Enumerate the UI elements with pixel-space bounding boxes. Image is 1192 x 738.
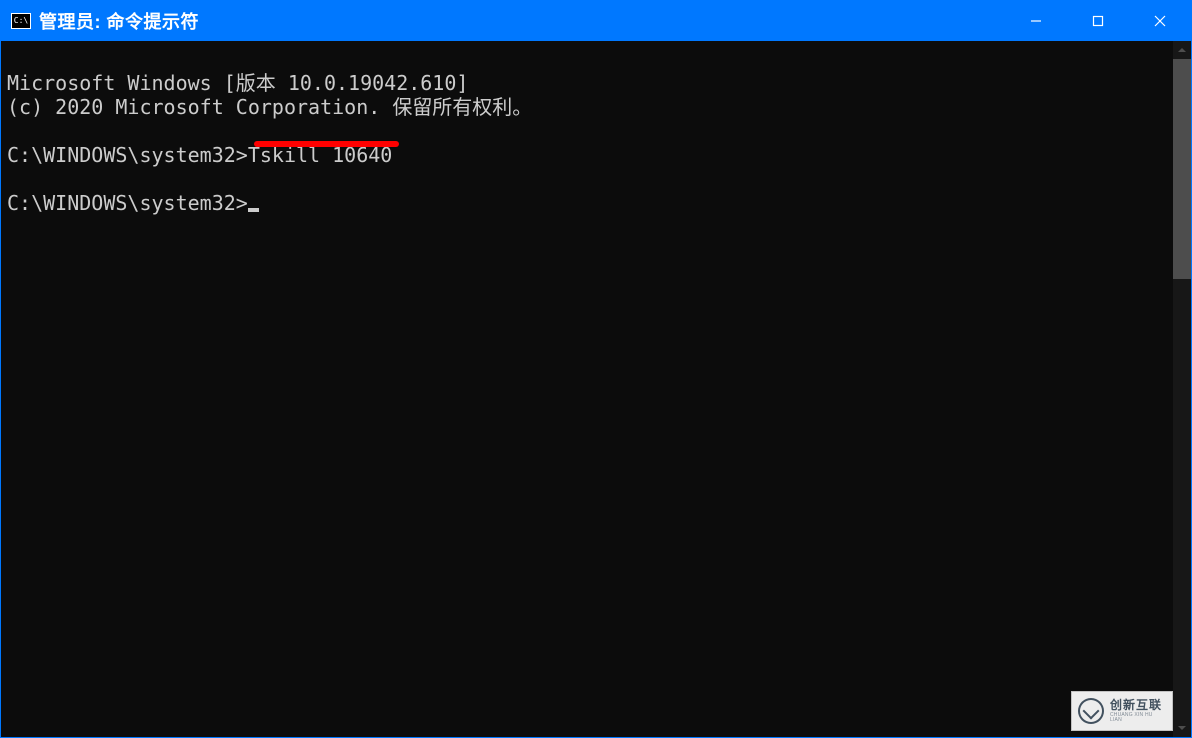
cmd-icon: C:\	[11, 13, 31, 29]
red-underline-annotation	[254, 141, 399, 147]
minimize-icon	[1030, 15, 1042, 27]
chevron-down-icon	[1177, 723, 1187, 733]
maximize-button[interactable]	[1067, 1, 1129, 41]
minimize-button[interactable]	[1005, 1, 1067, 41]
scroll-down-button[interactable]	[1173, 719, 1191, 737]
prompt-text: C:\WINDOWS\system32>	[7, 191, 248, 215]
watermark-badge: 创新互联 CHUANG XIN HU LIAN	[1071, 691, 1173, 731]
titlebar[interactable]: C:\ 管理员: 命令提示符	[1, 1, 1191, 41]
watermark-en: CHUANG XIN HU LIAN	[1110, 713, 1166, 723]
scroll-up-button[interactable]	[1173, 41, 1191, 59]
console-prompt: C:\WINDOWS\system32>	[7, 191, 259, 215]
console-line: Microsoft Windows [版本 10.0.19042.610]	[7, 71, 468, 95]
watermark-text: 创新互联 CHUANG XIN HU LIAN	[1110, 699, 1166, 723]
cursor	[248, 208, 259, 212]
scrollbar-track[interactable]	[1173, 59, 1191, 719]
watermark-logo-icon	[1078, 698, 1104, 724]
close-button[interactable]	[1129, 1, 1191, 41]
vertical-scrollbar[interactable]	[1173, 41, 1191, 737]
chevron-up-icon	[1177, 45, 1187, 55]
cmd-window: C:\ 管理员: 命令提示符 Microsoft Windows [版本 10.…	[0, 0, 1192, 738]
console-line: (c) 2020 Microsoft Corporation. 保留所有权利。	[7, 95, 532, 119]
cmd-icon-glyph: C:\	[14, 17, 28, 25]
watermark-cn: 创新互联	[1110, 699, 1166, 711]
console-output[interactable]: Microsoft Windows [版本 10.0.19042.610] (c…	[1, 41, 1173, 737]
scrollbar-thumb[interactable]	[1173, 59, 1191, 279]
close-icon	[1154, 15, 1166, 27]
maximize-icon	[1092, 15, 1104, 27]
client-area: Microsoft Windows [版本 10.0.19042.610] (c…	[1, 41, 1191, 737]
window-title: 管理员: 命令提示符	[39, 8, 199, 34]
